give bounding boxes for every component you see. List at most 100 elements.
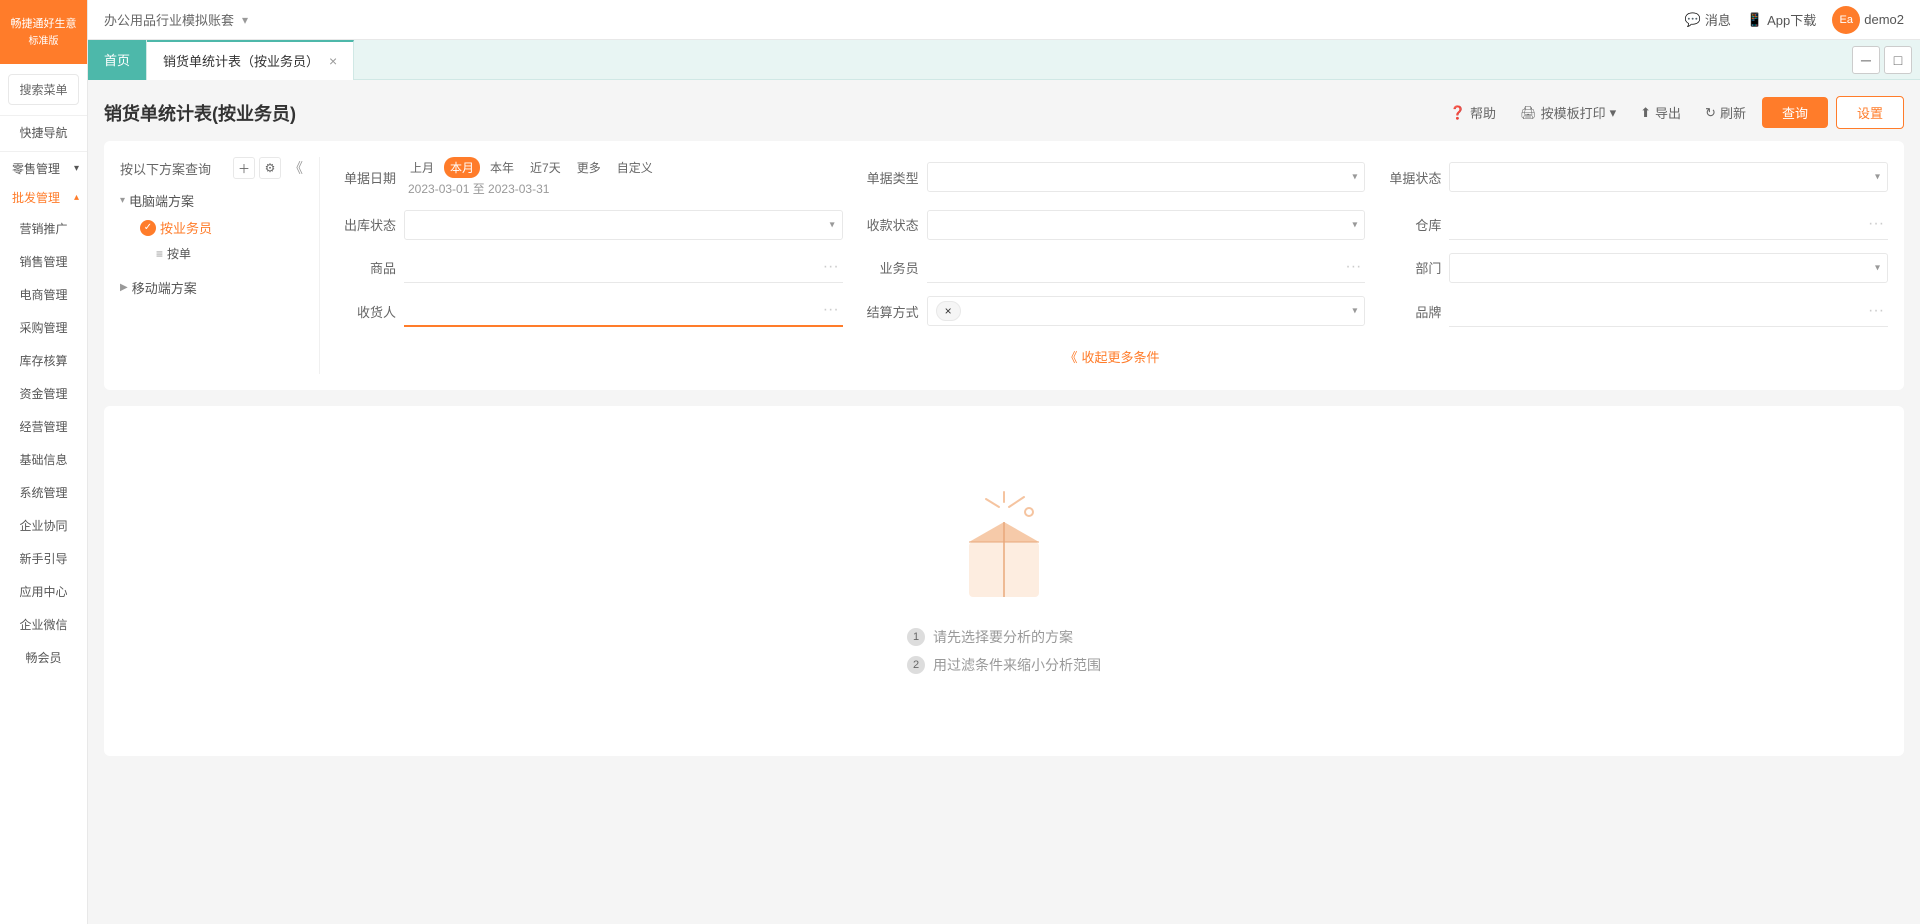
sidebar-item-wechat[interactable]: 企业微信 [0, 608, 87, 641]
app-logo[interactable]: 畅捷通好生意 标准版 [0, 0, 87, 64]
sidebar-item-member[interactable]: 畅会员 [0, 641, 87, 674]
salesperson-input[interactable] [927, 252, 1342, 282]
newbie-label: 新手引导 [19, 550, 67, 567]
tab-home[interactable]: 首页 [88, 40, 147, 80]
scheme-item-by-order[interactable]: ≡ 按单 [120, 241, 307, 266]
date-more-btn[interactable]: 更多 [571, 157, 607, 178]
print-button[interactable]: 🖨 按模板打印 ▾ [1512, 99, 1624, 126]
doc-status-select[interactable] [1449, 162, 1888, 192]
sales-label: 销售管理 [19, 253, 67, 270]
dept-wrap[interactable]: ▾ [1449, 253, 1888, 283]
export-button[interactable]: ⬆ 导出 [1632, 99, 1689, 126]
tab-close-button[interactable]: × [329, 53, 337, 69]
goods-label: 商品 [336, 258, 396, 277]
date-this-year-btn[interactable]: 本年 [484, 157, 520, 178]
settings-button[interactable]: 设置 [1836, 96, 1904, 129]
sidebar-item-retail[interactable]: 零售管理 ▾ [0, 154, 87, 183]
filter-dept: 部门 ▾ [1381, 253, 1888, 283]
refresh-button[interactable]: ↻ 刷新 [1697, 99, 1754, 126]
goods-dots[interactable]: ··· [819, 258, 843, 276]
doc-status-wrap[interactable]: ▾ [1449, 162, 1888, 192]
date-btn-row: 上月 本月 本年 近7天 更多 自定义 [404, 157, 843, 178]
receiver-label: 收货人 [336, 302, 396, 321]
finance-label: 资金管理 [19, 385, 67, 402]
query-button[interactable]: 查询 [1762, 97, 1828, 128]
salesperson-label: 业务员 [859, 258, 919, 277]
sidebar-item-system[interactable]: 系统管理 [0, 476, 87, 509]
topbar-left: 办公用品行业模拟账套 ▾ [104, 10, 248, 29]
receipt-status-wrap[interactable]: ▾ [927, 210, 1366, 240]
user-area[interactable]: Ea demo2 [1832, 6, 1904, 34]
refresh-label: 刷新 [1720, 103, 1746, 122]
scheme-order-label: 按单 [167, 245, 191, 262]
settlement-select[interactable]: × [927, 296, 1366, 326]
brand-dots[interactable]: ··· [1864, 302, 1888, 320]
wholesale-label: 批发管理 [12, 189, 60, 206]
sidebar-item-marketing[interactable]: 营销推广 [0, 212, 87, 245]
settlement-wrap[interactable]: × ▾ [927, 296, 1366, 326]
sidebar-item-purchase[interactable]: 采购管理 [0, 311, 87, 344]
collapse-button[interactable]: 《 收起更多条件 [336, 339, 1888, 374]
export-label: 导出 [1655, 103, 1681, 122]
tab-maximize-button[interactable]: □ [1884, 46, 1912, 74]
settlement-tag-close[interactable]: × [945, 304, 952, 318]
order-icon: ≡ [156, 247, 163, 261]
scheme-group-desktop-header[interactable]: ▾ 电脑端方案 [120, 187, 307, 214]
scheme-group-mobile-header[interactable]: ▶ 移动端方案 [120, 274, 307, 301]
quick-nav-label: 快捷导航 [19, 124, 67, 141]
date-custom-btn[interactable]: 自定义 [611, 157, 659, 178]
message-button[interactable]: 💬 消息 [1685, 10, 1731, 29]
sidebar-item-basics[interactable]: 基础信息 [0, 443, 87, 476]
date-input-wrap: 上月 本月 本年 近7天 更多 自定义 2023-03-01 至 2023-03… [404, 157, 843, 197]
hint-text-1: 请先选择要分析的方案 [933, 627, 1073, 647]
sidebar-item-quick-nav[interactable]: 快捷导航 [0, 116, 87, 149]
basics-label: 基础信息 [19, 451, 67, 468]
salesperson-dots[interactable]: ··· [1341, 258, 1365, 276]
filter-row-1: 单据日期 上月 本月 本年 近7天 更多 自定义 [336, 157, 1888, 197]
sidebar-item-inventory[interactable]: 库存核算 [0, 344, 87, 377]
scheme-item-by-salesperson[interactable]: ✓ 按业务员 [120, 214, 307, 241]
page-title: 销货单统计表(按业务员) [104, 100, 296, 126]
brand-input[interactable] [1449, 296, 1864, 326]
receiver-input[interactable] [404, 295, 819, 325]
sidebar-item-ecommerce[interactable]: 电商管理 [0, 278, 87, 311]
dept-select[interactable] [1449, 253, 1888, 283]
scheme-collapse-button[interactable]: 《 [285, 157, 307, 179]
topbar-dropdown-icon[interactable]: ▾ [242, 13, 248, 27]
sidebar-item-wholesale[interactable]: 批发管理 ▴ [0, 183, 87, 212]
help-button[interactable]: ❓ 帮助 [1442, 99, 1504, 126]
date-this-month-btn[interactable]: 本月 [444, 157, 480, 178]
tab-minimize-button[interactable]: ─ [1852, 46, 1880, 74]
warehouse-label: 仓库 [1381, 215, 1441, 234]
scheme-edit-button[interactable]: ⚙ [259, 157, 281, 179]
goods-wrap: ··· [404, 252, 843, 283]
doc-type-wrap[interactable]: ▾ [927, 162, 1366, 192]
sidebar-item-newbie[interactable]: 新手引导 [0, 542, 87, 575]
receiver-dots[interactable]: ··· [819, 301, 843, 319]
sidebar-item-operations[interactable]: 经营管理 [0, 410, 87, 443]
filter-row-2: 出库状态 ▾ 收款状态 ▾ 仓库 [336, 209, 1888, 240]
goods-input[interactable] [404, 252, 819, 282]
out-status-select[interactable] [404, 210, 843, 240]
empty-hint-1: 1 请先选择要分析的方案 [907, 627, 1101, 647]
warehouse-dots[interactable]: ··· [1864, 215, 1888, 233]
receipt-status-select[interactable] [927, 210, 1366, 240]
tab-sales-stat[interactable]: 销货单统计表（按业务员） × [147, 40, 354, 80]
sidebar-item-appstore[interactable]: 应用中心 [0, 575, 87, 608]
message-label: 消息 [1705, 10, 1731, 29]
collapse-icon: 《 [1064, 347, 1077, 366]
sidebar-item-enterprise[interactable]: 企业协同 [0, 509, 87, 542]
scheme-add-button[interactable]: ＋ [233, 157, 255, 179]
search-menu-button[interactable]: 搜索菜单 [8, 74, 79, 105]
salesperson-wrap: ··· [927, 252, 1366, 283]
wholesale-arrow: ▴ [74, 192, 79, 203]
warehouse-input[interactable] [1449, 209, 1864, 239]
brand-label: 品牌 [1381, 302, 1441, 321]
sidebar-item-sales[interactable]: 销售管理 [0, 245, 87, 278]
app-download-button[interactable]: 📱 App下载 [1747, 10, 1816, 29]
date-last-month-btn[interactable]: 上月 [404, 157, 440, 178]
out-status-wrap[interactable]: ▾ [404, 210, 843, 240]
sidebar-item-finance[interactable]: 资金管理 [0, 377, 87, 410]
doc-type-select[interactable] [927, 162, 1366, 192]
date-last-7-btn[interactable]: 近7天 [524, 157, 567, 178]
